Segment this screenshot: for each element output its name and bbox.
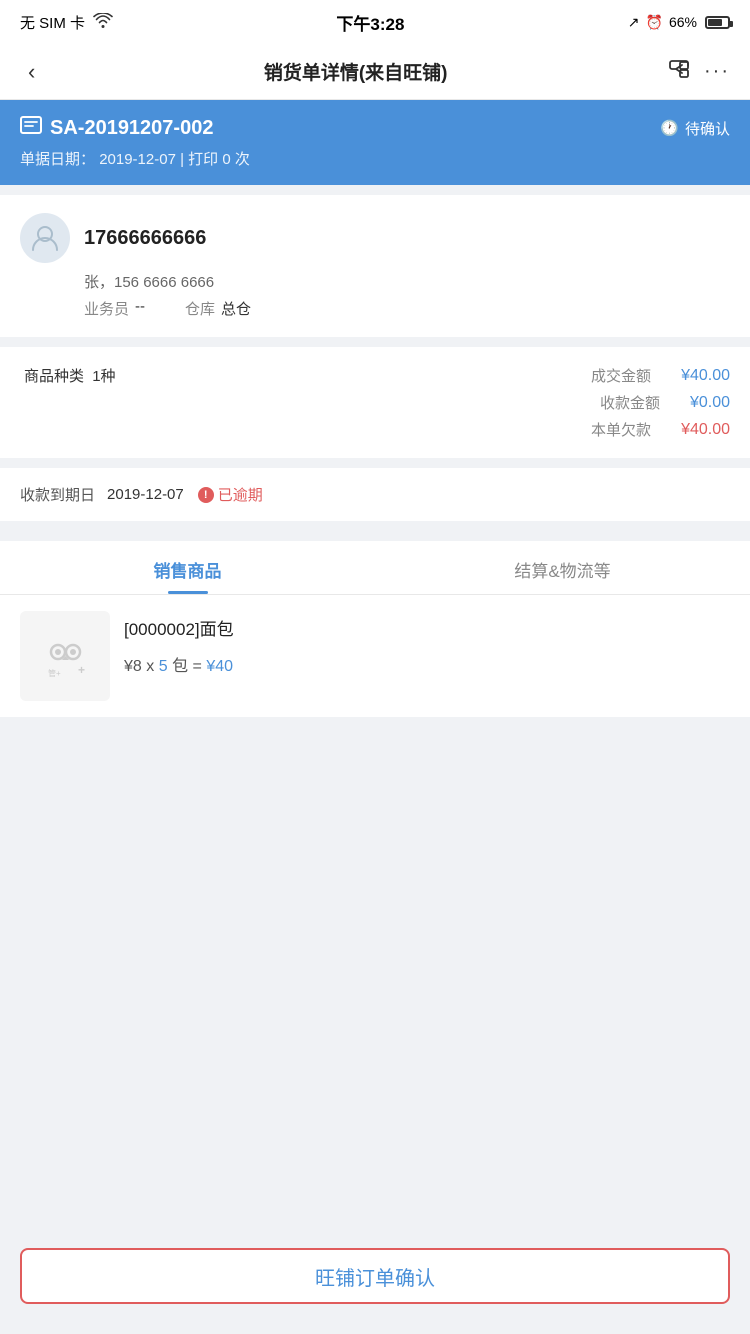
amount-row: 成交金额 ¥40.00 [591,365,730,386]
order-header-top: SA-20191207-002 🕐 待确认 [20,116,730,140]
warehouse-label: 仓库 [185,298,215,319]
order-status: 🕐 待确认 [660,118,730,139]
product-thumbnail: + 管+ [20,611,110,701]
meta-warehouse: 仓库 总仓 [185,298,251,319]
due-date-label: 收款到期日 [20,484,95,505]
owed-value: ¥40.00 [681,421,730,439]
back-button[interactable]: ‹ [20,51,43,93]
order-icon [20,116,42,140]
status-clock-icon: 🕐 [660,119,679,137]
date-label: 单据日期： [20,151,95,168]
status-time: 下午3:28 [336,10,404,35]
product-price-row: ¥8 x 5 包 = ¥40 [124,652,730,676]
tabs-container: 销售商品 结算&物流等 [0,541,750,595]
tab-settlement-label: 结算&物流等 [514,562,610,581]
section-divider [0,521,750,531]
summary-right: 成交金额 ¥40.00 收款金额 ¥0.00 本单欠款 ¥40.00 [591,365,730,440]
confirm-order-button[interactable]: 旺铺订单确认 [20,1248,730,1304]
summary-card: 商品种类 1种 成交金额 ¥40.00 收款金额 ¥0.00 本单欠款 ¥40.… [0,347,750,458]
order-id-text: SA-20191207-002 [50,117,213,140]
svg-text:+: + [78,663,85,677]
customer-detail: 张，156 6666 6666 [84,271,730,292]
goods-type-label: 商品种类 [24,368,84,385]
overdue-dot-icon: ! [198,487,214,503]
battery-text: 66% [669,14,697,30]
alarm-icon: ⏰ [646,14,663,31]
goods-type-item: 商品种类 1种 [20,365,116,386]
total-price: ¥40 [206,658,233,675]
summary-left: 商品种类 1种 [20,365,116,386]
order-date-info: 单据日期： 2019-12-07 | 打印 0 次 [20,148,730,169]
customer-row: 17666666666 [20,213,730,263]
product-logo-icon: + 管+ [38,634,93,679]
due-date-card: 收款到期日 2019-12-07 ! 已逾期 [0,468,750,521]
due-date-value: 2019-12-07 [107,486,184,503]
product-item: + 管+ [0000002]面包 ¥8 x 5 包 = ¥40 [0,595,750,717]
amount-label: 成交金额 [591,365,651,386]
carrier-text: 无 SIM 卡 [20,12,85,33]
print-unit: 次 [235,151,250,168]
goods-type-value: 1种 [92,368,115,385]
quantity-value: 5 [159,658,168,675]
tab-sales-goods-label: 销售商品 [154,562,222,581]
product-info: [0000002]面包 ¥8 x 5 包 = ¥40 [124,611,730,676]
equals-symbol: = [193,658,207,675]
sales-value: -- [135,298,145,319]
more-icon[interactable]: ··· [704,60,730,83]
multiply-symbol: x [146,658,158,675]
wifi-icon [93,13,113,32]
share-icon[interactable] [668,58,690,86]
unit-price: ¥8 [124,658,142,675]
product-name: [0000002]面包 [124,615,730,640]
bottom-spacer [0,717,750,837]
order-header-card: SA-20191207-002 🕐 待确认 单据日期： 2019-12-07 |… [0,100,750,185]
status-bar: 无 SIM 卡 下午3:28 ↗ ⏰ 66% [0,0,750,44]
overdue-text: 已逾期 [218,484,263,505]
location-icon: ↗ [628,14,640,31]
meta-salesperson: 业务员 -- [84,298,145,319]
status-left: 无 SIM 卡 [20,12,113,33]
nav-actions: ··· [668,58,730,86]
order-id: SA-20191207-002 [20,116,213,140]
product-list: + 管+ [0000002]面包 ¥8 x 5 包 = ¥40 [0,595,750,717]
overdue-badge: ! 已逾期 [198,484,263,505]
tab-settlement[interactable]: 结算&物流等 [375,541,750,594]
avatar [20,213,70,263]
tab-sales-goods[interactable]: 销售商品 [0,541,375,594]
status-right: ↗ ⏰ 66% [628,14,730,31]
received-value: ¥0.00 [690,394,730,412]
received-row: 收款金额 ¥0.00 [600,392,730,413]
customer-meta: 业务员 -- 仓库 总仓 [84,298,730,319]
order-date: 2019-12-07 [99,151,176,168]
bottom-area: 旺铺订单确认 [0,1232,750,1334]
unit: 包 [172,658,188,675]
owed-label: 本单欠款 [591,419,651,440]
amount-value: ¥40.00 [681,367,730,385]
sales-label: 业务员 [84,298,129,319]
print-label: | 打印 [180,151,222,168]
received-label: 收款金额 [600,392,660,413]
owed-row: 本单欠款 ¥40.00 [591,419,730,440]
customer-phone: 17666666666 [84,227,206,250]
print-count: 0 [222,151,230,168]
page-title: 销货单详情(来自旺铺) [264,58,448,85]
battery-icon [705,16,730,29]
nav-bar: ‹ 销货单详情(来自旺铺) ··· [0,44,750,100]
svg-text:管+: 管+ [48,668,61,678]
order-status-text: 待确认 [685,118,730,139]
customer-card: 17666666666 张，156 6666 6666 业务员 -- 仓库 总仓 [0,195,750,337]
warehouse-value: 总仓 [221,298,251,319]
